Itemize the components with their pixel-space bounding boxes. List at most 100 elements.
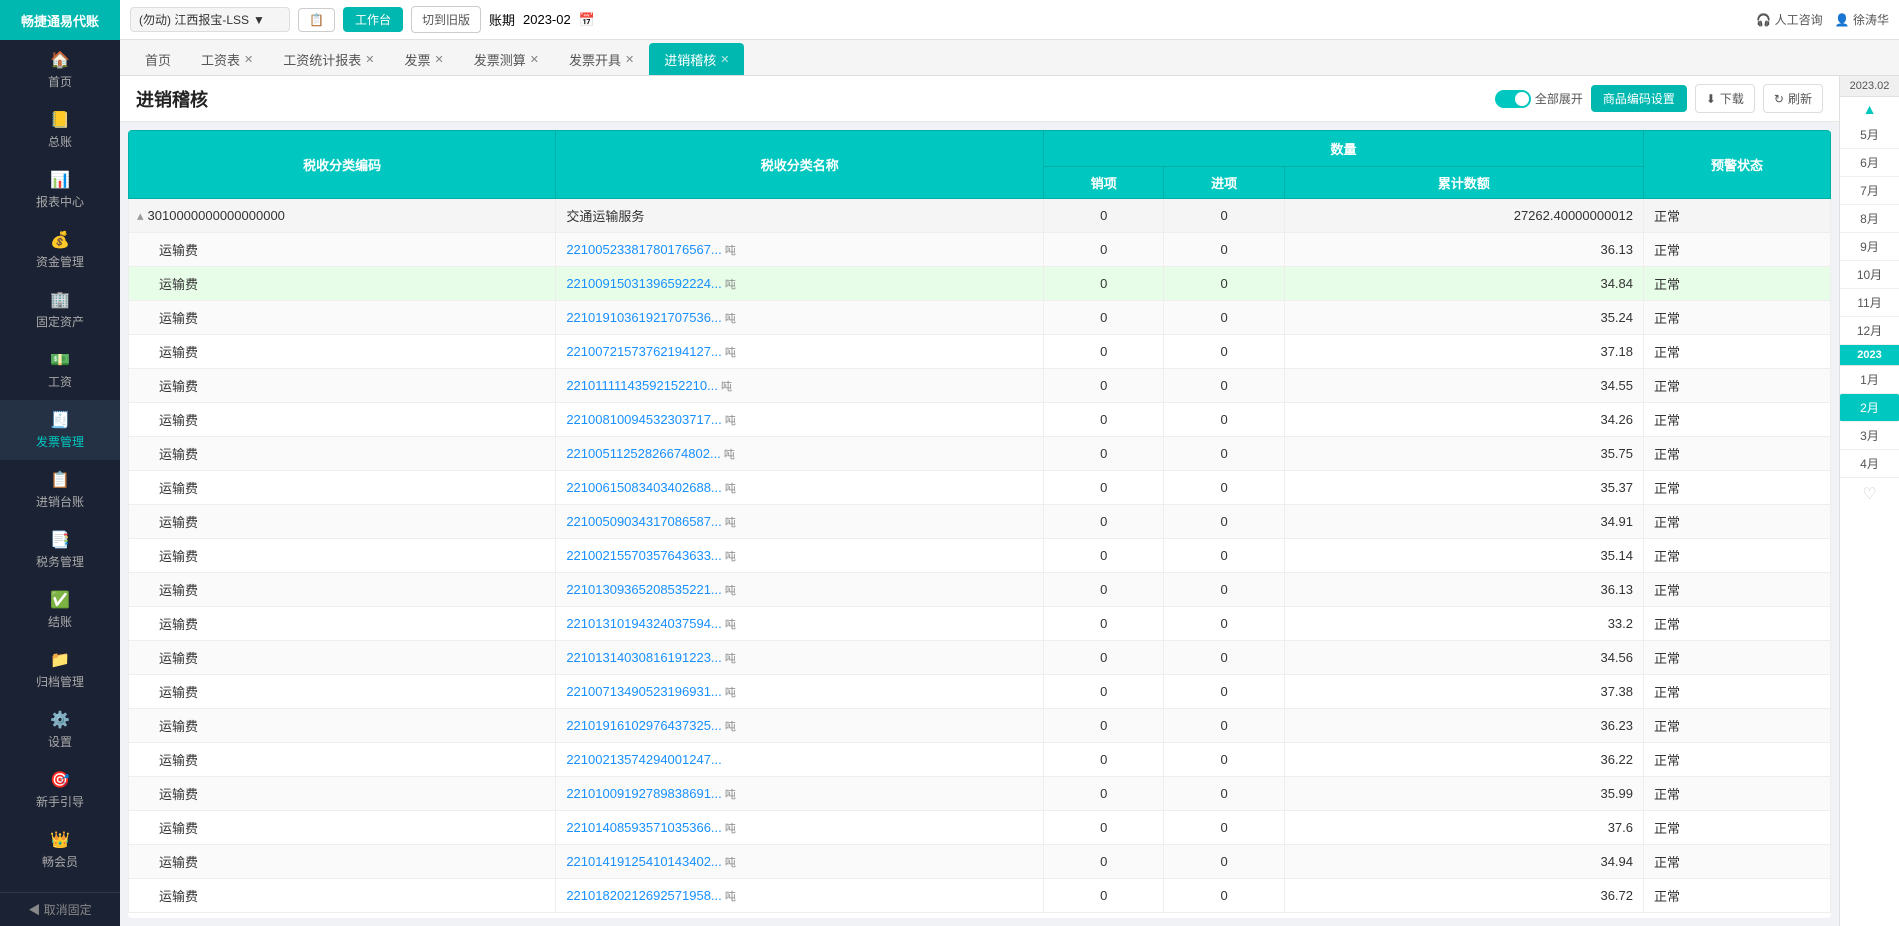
sale-cell: 0 bbox=[1044, 403, 1164, 437]
table-row[interactable]: 运输费22101310194324037594... 吨0033.2正常 bbox=[129, 607, 1831, 641]
table-row[interactable]: 运输费22101309365208535221... 吨0036.13正常 bbox=[129, 573, 1831, 607]
table-row[interactable]: 运输费22101314030816191223... 吨0034.56正常 bbox=[129, 641, 1831, 675]
table-row[interactable]: ▴3010000000000000000交通运输服务0027262.400000… bbox=[129, 199, 1831, 233]
tab-home[interactable]: 首页 bbox=[130, 43, 186, 75]
month-apr[interactable]: 4月 bbox=[1840, 450, 1899, 478]
sidebar-item-funds[interactable]: 💰 资金管理 bbox=[0, 220, 120, 280]
sidebar-item-archive[interactable]: 📁 归档管理 bbox=[0, 640, 120, 700]
invoice-number[interactable]: 22101009192789838691... bbox=[566, 786, 721, 801]
table-row[interactable]: 运输费22101916102976437325... 吨0036.23正常 bbox=[129, 709, 1831, 743]
refresh-btn[interactable]: ↻ 刷新 bbox=[1763, 84, 1823, 113]
table-row[interactable]: 运输费22100523381780176567... 吨0036.13正常 bbox=[129, 233, 1831, 267]
tab-close-icon[interactable]: ✕ bbox=[530, 53, 539, 66]
invoice-number[interactable]: 22101419125410143402... bbox=[566, 854, 721, 869]
month-jul[interactable]: 7月 bbox=[1840, 177, 1899, 205]
tab-close-active-icon[interactable]: ✕ bbox=[720, 53, 729, 66]
sidebar-item-home[interactable]: 🏠 首页 bbox=[0, 40, 120, 100]
table-row[interactable]: 运输费22101910361921707536... 吨0035.24正常 bbox=[129, 301, 1831, 335]
tab-close-icon[interactable]: ✕ bbox=[435, 53, 444, 66]
sidebar-unpin[interactable]: ◀ 取消固定 bbox=[0, 892, 120, 926]
invoice-number[interactable]: 22101910361921707536... bbox=[566, 310, 721, 325]
invoice-number[interactable]: 22100523381780176567... bbox=[566, 242, 721, 257]
table-row[interactable]: 运输费22100915031396592224... 吨0034.84正常 bbox=[129, 267, 1831, 301]
month-feb-current[interactable]: 2月 bbox=[1840, 394, 1899, 422]
cumulative-cell: 35.37 bbox=[1284, 471, 1643, 505]
invoice-number[interactable]: 22101314030816191223... bbox=[566, 650, 721, 665]
tab-close-icon[interactable]: ✕ bbox=[365, 53, 374, 66]
sidebar-item-invoice-mgmt[interactable]: 🧾 发票管理 bbox=[0, 400, 120, 460]
month-nov[interactable]: 11月 bbox=[1840, 289, 1899, 317]
invoice-number[interactable]: 22101310194324037594... bbox=[566, 616, 721, 631]
invoice-number[interactable]: 22100713490523196931... bbox=[566, 684, 721, 699]
table-row[interactable]: 运输费22100810094532303717... 吨0034.26正常 bbox=[129, 403, 1831, 437]
invoice-number[interactable]: 22100213574294001247... bbox=[566, 752, 721, 767]
table-row[interactable]: 运输费22100215570357643633... 吨0035.14正常 bbox=[129, 539, 1831, 573]
tab-close-icon[interactable]: ✕ bbox=[244, 53, 253, 66]
sidebar-item-tax[interactable]: 📑 税务管理 bbox=[0, 520, 120, 580]
month-oct[interactable]: 10月 bbox=[1840, 261, 1899, 289]
sidebar-item-settings[interactable]: ⚙️ 设置 bbox=[0, 700, 120, 760]
calendar-icon[interactable]: 📅 bbox=[579, 12, 595, 28]
user-info[interactable]: 👤 徐涛华 bbox=[1835, 11, 1889, 28]
month-mar[interactable]: 3月 bbox=[1840, 422, 1899, 450]
sidebar-item-label: 发票管理 bbox=[36, 433, 84, 450]
company-selector[interactable]: (勿动) 江西报宝-LSS ▼ bbox=[130, 7, 290, 32]
month-jun[interactable]: 6月 bbox=[1840, 149, 1899, 177]
invoice-number[interactable]: 22100615083403402688... bbox=[566, 480, 721, 495]
sidebar-item-member[interactable]: 👑 畅会员 bbox=[0, 820, 120, 880]
invoice-number[interactable]: 22100509034317086587... bbox=[566, 514, 721, 529]
sidebar-item-purchase-sale[interactable]: 📋 进销台账 bbox=[0, 460, 120, 520]
table-row[interactable]: 运输费22101419125410143402... 吨0034.94正常 bbox=[129, 845, 1831, 879]
invoice-number[interactable]: 22101309365208535221... bbox=[566, 582, 721, 597]
invoice-number[interactable]: 22100915031396592224... bbox=[566, 276, 721, 291]
table-row[interactable]: 运输费22101408593571035366... 吨0037.6正常 bbox=[129, 811, 1831, 845]
sidebar-item-assets[interactable]: 🏢 固定资产 bbox=[0, 280, 120, 340]
toggle-switch[interactable] bbox=[1495, 90, 1531, 108]
table-row[interactable]: 运输费22100509034317086587... 吨0034.91正常 bbox=[129, 505, 1831, 539]
month-sep[interactable]: 9月 bbox=[1840, 233, 1899, 261]
goods-code-btn[interactable]: 商品编码设置 bbox=[1591, 85, 1687, 112]
tab-invoice-issue[interactable]: 发票开具 ✕ bbox=[554, 43, 649, 75]
table-wrapper[interactable]: 税收分类编码 税收分类名称 数量 预警状态 销项 进项 累计数额 ▴301000… bbox=[128, 130, 1831, 918]
invoice-number[interactable]: 22101916102976437325... bbox=[566, 718, 721, 733]
month-dec[interactable]: 12月 bbox=[1840, 317, 1899, 345]
tab-invoice-calc[interactable]: 发票测算 ✕ bbox=[459, 43, 554, 75]
table-row[interactable]: 运输费22101009192789838691... 吨0035.99正常 bbox=[129, 777, 1831, 811]
expand-toggle[interactable]: 全部展开 bbox=[1495, 90, 1583, 108]
download-btn[interactable]: ⬇ 下载 bbox=[1695, 84, 1755, 113]
table-row[interactable]: 运输费22100213574294001247...0036.22正常 bbox=[129, 743, 1831, 777]
scroll-up-icon[interactable]: ▲ bbox=[1840, 97, 1899, 121]
invoice-number[interactable]: 22100721573762194127... bbox=[566, 344, 721, 359]
table-row[interactable]: 运输费22100713490523196931... 吨0037.38正常 bbox=[129, 675, 1831, 709]
sidebar-item-guide[interactable]: 🎯 新手引导 bbox=[0, 760, 120, 820]
sidebar-item-ledger[interactable]: 📒 总账 bbox=[0, 100, 120, 160]
table-row[interactable]: 运输费22101111143592152210... 吨0034.55正常 bbox=[129, 369, 1831, 403]
table-row[interactable]: 运输费22100615083403402688... 吨0035.37正常 bbox=[129, 471, 1831, 505]
tab-invoice[interactable]: 发票 ✕ bbox=[389, 43, 458, 75]
sidebar-item-salary[interactable]: 💵 工资 bbox=[0, 340, 120, 400]
invoice-number[interactable]: 22100810094532303717... bbox=[566, 412, 721, 427]
tab-salary-report[interactable]: 工资统计报表 ✕ bbox=[268, 43, 389, 75]
copy-button[interactable]: 📋 bbox=[298, 8, 335, 32]
sidebar-item-reports[interactable]: 📊 报表中心 bbox=[0, 160, 120, 220]
sidebar-item-settle[interactable]: ✅ 结账 bbox=[0, 580, 120, 640]
support-label[interactable]: 🎧 人工咨询 bbox=[1756, 11, 1822, 28]
invoice-number[interactable]: 22101820212692571958... bbox=[566, 888, 721, 903]
workbench-button[interactable]: 工作台 bbox=[343, 7, 403, 32]
month-aug[interactable]: 8月 bbox=[1840, 205, 1899, 233]
tab-salary-table[interactable]: 工资表 ✕ bbox=[186, 43, 268, 75]
month-may[interactable]: 5月 bbox=[1840, 121, 1899, 149]
tab-close-icon[interactable]: ✕ bbox=[625, 53, 634, 66]
invoice-number[interactable]: 22100511252826674802... bbox=[566, 446, 720, 461]
table-row[interactable]: 运输费22100721573762194127... 吨0037.18正常 bbox=[129, 335, 1831, 369]
invoice-cell: 22101408593571035366... 吨 bbox=[556, 811, 1044, 845]
month-jan[interactable]: 1月 bbox=[1840, 366, 1899, 394]
table-row[interactable]: 运输费22101820212692571958... 吨0036.72正常 bbox=[129, 879, 1831, 913]
switch-old-button[interactable]: 切到旧版 bbox=[411, 6, 481, 33]
invoice-number[interactable]: 22101111143592152210... bbox=[566, 378, 718, 393]
invoice-number[interactable]: 22100215570357643633... bbox=[566, 548, 721, 563]
invoice-number[interactable]: 22101408593571035366... bbox=[566, 820, 721, 835]
tabs-bar: 首页 工资表 ✕ 工资统计报表 ✕ 发票 ✕ 发票测算 ✕ 发票开具 ✕ 进销稽… bbox=[120, 40, 1899, 76]
tab-purchase-sale-check[interactable]: 进销稽核 ✕ bbox=[649, 43, 744, 75]
table-row[interactable]: 运输费22100511252826674802... 吨0035.75正常 bbox=[129, 437, 1831, 471]
